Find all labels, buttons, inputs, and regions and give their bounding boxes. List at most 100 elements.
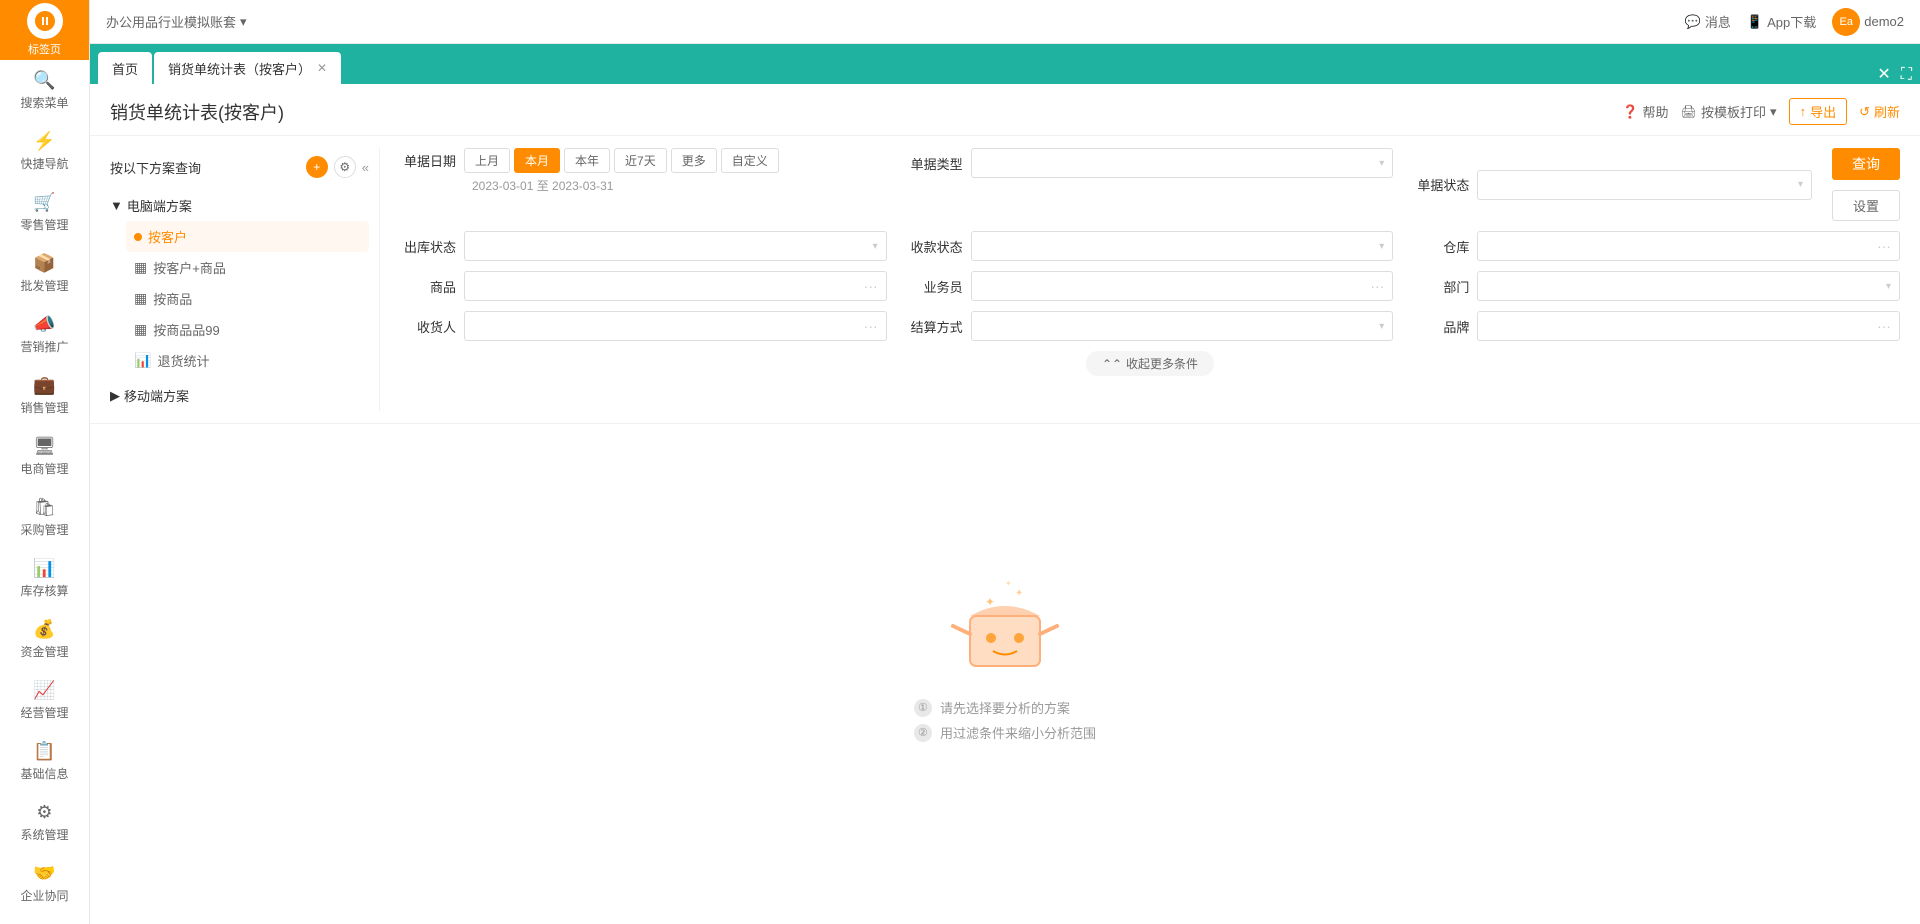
bill-status-dropdown-icon: ▾: [1798, 179, 1803, 190]
sidebar-quicknav-label: 快捷导航: [20, 155, 68, 172]
brand-select[interactable]: ···: [1477, 311, 1900, 341]
page-title: 销货单统计表(按客户): [110, 99, 284, 125]
export-label: 导出: [1810, 102, 1836, 121]
scheme-add-btn[interactable]: +: [306, 156, 328, 178]
date-btn-this-year[interactable]: 本年: [564, 148, 610, 173]
department-select[interactable]: ▾: [1477, 271, 1900, 301]
sidebar-item-system[interactable]: ⚙ 系统管理: [0, 792, 89, 853]
tab-sales-stat[interactable]: 销货单统计表（按客户） ✕: [154, 52, 341, 84]
sidebar-item-ecommerce[interactable]: 🖥 电商管理: [0, 426, 89, 487]
grid-icon-3: ▦: [134, 321, 147, 338]
receiver-label: 收货人: [400, 317, 456, 336]
user-avatar-area[interactable]: Ea demo2: [1832, 8, 1904, 36]
empty-text-item-2: ② 用过滤条件来缩小分析范围: [914, 723, 1096, 742]
filter-row-brand: 品牌 ···: [1413, 311, 1900, 341]
sidebar-item-operation[interactable]: 📈 经营管理: [0, 670, 89, 731]
warehouse-dots[interactable]: ···: [1877, 238, 1891, 254]
scheme-actions: + ⚙ «: [306, 156, 369, 178]
date-filter-row: 单据日期 上月 本月 本年 近7天 更多 自定义 2023-03-01 至 20…: [400, 148, 887, 194]
topbar-dropdown-arrow: ▾: [240, 14, 247, 30]
date-btn-custom[interactable]: 自定义: [721, 148, 779, 173]
print-icon: 🖨: [1681, 104, 1698, 120]
logo: 标签页: [0, 0, 90, 60]
sidebar-item-basic[interactable]: 📋 基础信息: [0, 731, 89, 792]
filter-row-department: 部门 ▾: [1413, 271, 1900, 301]
filter-row-warehouse: 仓库 ···: [1413, 231, 1900, 261]
retail-icon: 🛒: [33, 192, 55, 213]
quicknav-icon: ⚡: [33, 131, 55, 152]
app-download-icon: 📱: [1747, 14, 1763, 30]
sidebar-item-marketing[interactable]: 📣 营销推广: [0, 304, 89, 365]
sidebar-item-inventory[interactable]: 📊 库存核算: [0, 548, 89, 609]
bill-status-label: 单据状态: [1413, 175, 1469, 194]
message-btn[interactable]: 💬 消息: [1685, 12, 1731, 31]
brand-dots[interactable]: ···: [1877, 318, 1891, 334]
date-btn-this-month[interactable]: 本月: [514, 148, 560, 173]
help-btn[interactable]: ❓ 帮助: [1622, 102, 1668, 121]
refresh-label: 刷新: [1874, 102, 1900, 121]
sidebar-item-retail[interactable]: 🛒 零售管理: [0, 182, 89, 243]
window-close-btn[interactable]: ✕: [1877, 64, 1890, 84]
settle-label: 结算方式: [907, 317, 963, 336]
tab-home[interactable]: 首页: [98, 52, 152, 84]
sidebar-item-sales[interactable]: 💼 销售管理: [0, 365, 89, 426]
refresh-btn[interactable]: ↺ 刷新: [1859, 102, 1900, 121]
tab-home-label: 首页: [112, 59, 138, 78]
payment-status-select[interactable]: ▾: [971, 231, 1394, 261]
warehouse-select[interactable]: ···: [1477, 231, 1900, 261]
bill-type-label: 单据类型: [907, 154, 963, 173]
window-expand-btn[interactable]: ⛶: [1901, 66, 1912, 84]
scheme-item-return-stat[interactable]: 📊 退货统计: [126, 345, 369, 376]
sidebar-basic-label: 基础信息: [20, 765, 68, 782]
product-select[interactable]: ···: [464, 271, 887, 301]
settle-select[interactable]: ▾: [971, 311, 1394, 341]
receiver-select[interactable]: ···: [464, 311, 887, 341]
scheme-mobile-group-title[interactable]: ▶ 移动端方案: [110, 380, 369, 411]
sidebar-item-purchase[interactable]: 🛍 采购管理: [0, 487, 89, 548]
scheme-item-by-product99-label: 按商品品99: [153, 320, 219, 339]
page-actions: ❓ 帮助 🖨 按模板打印 ▾ ↑ 导出 ↺ 刷新: [1622, 98, 1900, 125]
filter-row-ship-status: 出库状态 ▾: [400, 231, 887, 261]
print-btn[interactable]: 🖨 按模板打印 ▾: [1681, 102, 1777, 121]
export-btn[interactable]: ↑ 导出: [1789, 98, 1848, 125]
sidebar-item-enterprise[interactable]: 🤝 企业协同: [0, 853, 89, 914]
product-dots[interactable]: ···: [864, 278, 878, 294]
sidebar-item-newbie[interactable]: 🌟 新手引导: [0, 914, 89, 924]
scheme-item-by-customer-product[interactable]: ▦ 按客户+商品: [126, 252, 369, 283]
collapse-row: ⌃⌃ 收起更多条件: [400, 351, 1900, 376]
salesperson-dots[interactable]: ···: [1370, 278, 1384, 294]
scheme-header-label: 按以下方案查询: [110, 158, 201, 177]
date-label: 单据日期: [400, 151, 456, 170]
query-btn[interactable]: 查询: [1832, 148, 1900, 180]
bill-status-select[interactable]: ▾: [1477, 170, 1812, 200]
scheme-item-by-product[interactable]: ▦ 按商品: [126, 283, 369, 314]
app-download-btn[interactable]: 📱 App下载: [1747, 12, 1816, 31]
collapse-btn[interactable]: ⌃⌃ 收起更多条件: [1086, 351, 1214, 376]
bill-type-select[interactable]: ▾: [971, 148, 1394, 178]
avatar: Ea: [1832, 8, 1860, 36]
sidebar-item-wholesale[interactable]: 📦 批发管理: [0, 243, 89, 304]
sidebar-item-quicknav[interactable]: ⚡ 快捷导航: [0, 121, 89, 182]
sidebar-item-finance[interactable]: 💰 资金管理: [0, 609, 89, 670]
filter-grid: 出库状态 ▾ 收款状态 ▾: [400, 231, 1900, 341]
filter-main: 单据日期 上月 本月 本年 近7天 更多 自定义 2023-03-01 至 20…: [380, 148, 1900, 411]
date-btn-last7[interactable]: 近7天: [614, 148, 667, 173]
sidebar-item-search[interactable]: 🔍 搜索菜单: [0, 60, 89, 121]
scheme-settings-btn[interactable]: ⚙: [334, 156, 356, 178]
empty-num-1: ①: [914, 699, 932, 717]
product-label: 商品: [400, 277, 456, 296]
date-btn-more[interactable]: 更多: [671, 148, 717, 173]
scheme-item-by-product99[interactable]: ▦ 按商品品99: [126, 314, 369, 345]
scheme-desktop-group-title[interactable]: ▼ 电脑端方案: [110, 190, 369, 221]
search-icon: 🔍: [33, 70, 55, 91]
salesperson-select[interactable]: ···: [971, 271, 1394, 301]
settings-btn[interactable]: 设置: [1832, 190, 1900, 221]
ship-status-select[interactable]: ▾: [464, 231, 887, 261]
receiver-dots[interactable]: ···: [864, 318, 878, 334]
scheme-item-by-customer[interactable]: 按客户: [126, 221, 369, 252]
tab-close-btn[interactable]: ✕: [317, 61, 327, 75]
date-btn-last-month[interactable]: 上月: [464, 148, 510, 173]
sidebar-purchase-label: 采购管理: [20, 521, 68, 538]
scheme-collapse-btn[interactable]: «: [362, 160, 369, 175]
topbar-title-dropdown[interactable]: 办公用品行业模拟账套 ▾: [106, 12, 247, 31]
